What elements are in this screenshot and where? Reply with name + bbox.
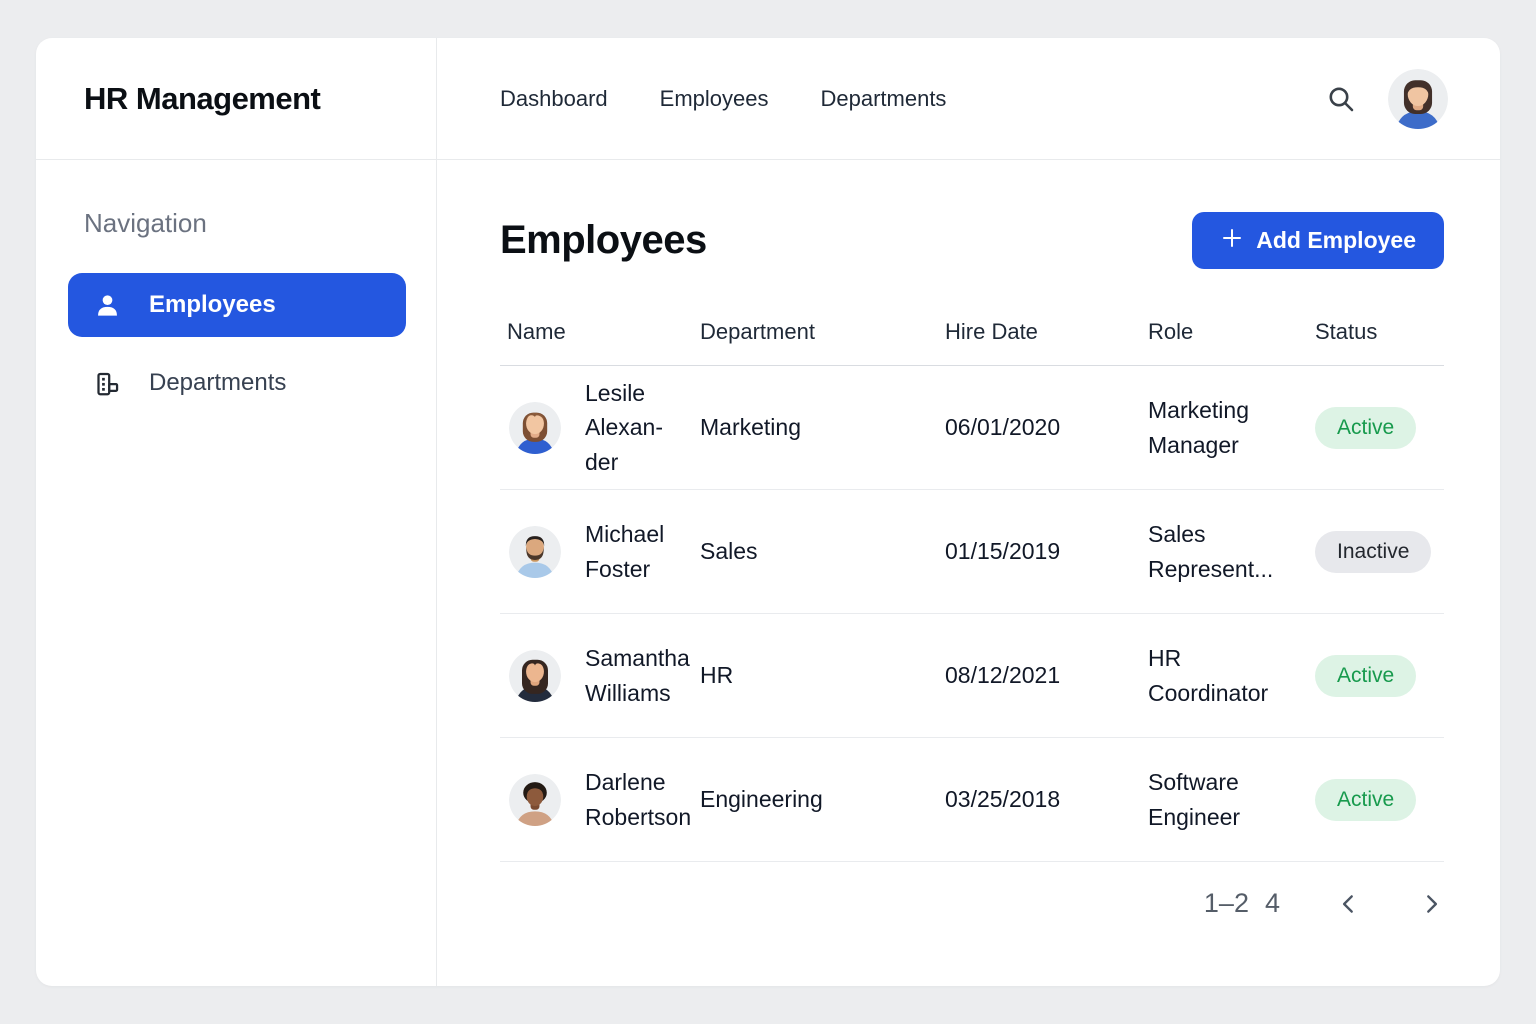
- pagination-range: 1–2: [1203, 888, 1249, 918]
- user-avatar[interactable]: [1388, 68, 1448, 129]
- employee-role: Sales Represent...: [1148, 521, 1274, 582]
- app-title: HR Management: [84, 80, 321, 116]
- employee-hire-date: 06/01/2020: [945, 414, 1061, 440]
- employee-department: Sales: [700, 538, 758, 564]
- status-badge: Active: [1315, 654, 1417, 697]
- chevron-left-icon[interactable]: [1336, 891, 1362, 917]
- employee-avatar: [509, 525, 561, 578]
- content-column: Dashboard Employees Departments Employee…: [437, 38, 1500, 986]
- column-header-status: Status: [1315, 319, 1378, 344]
- employee-hire-date: 08/12/2021: [945, 662, 1061, 688]
- pagination: 1–2 4: [500, 888, 1444, 919]
- app-window: HR Management Navigation Employees Depar…: [36, 38, 1500, 986]
- nav-departments[interactable]: Departments: [820, 86, 946, 112]
- employee-name-cell: Samantha Williams: [500, 641, 700, 710]
- employee-department: Engineering: [700, 786, 823, 812]
- search-icon[interactable]: [1326, 84, 1356, 114]
- table-row[interactable]: Samantha Williams HR 08/12/2021 HR Coord…: [500, 614, 1444, 738]
- employee-role: Software Engineer: [1148, 769, 1241, 830]
- status-badge: Inactive: [1315, 530, 1432, 573]
- employee-avatar: [509, 649, 561, 702]
- employee-name-cell: Darlene Robertson: [500, 765, 700, 834]
- table-row[interactable]: Lesile Alexan­der Marketing 06/01/2020 M…: [500, 366, 1444, 490]
- add-employee-button[interactable]: Add Employee: [1192, 212, 1444, 269]
- sidebar-item-label: Departments: [149, 369, 287, 396]
- building-icon: [94, 370, 121, 397]
- column-header-name: Name: [507, 319, 566, 344]
- person-icon: [94, 292, 121, 319]
- top-header: Dashboard Employees Departments: [437, 38, 1500, 160]
- employee-name: Lesile Alexan­der: [585, 379, 663, 475]
- status-badge: Active: [1315, 406, 1417, 449]
- page-title: Employees: [500, 218, 707, 262]
- table-row[interactable]: Darlene Robertson Engineering 03/25/2018…: [500, 738, 1444, 862]
- employee-role: HR Coordinator: [1148, 645, 1269, 706]
- plus-icon: [1220, 226, 1244, 256]
- status-badge: Active: [1315, 778, 1417, 821]
- column-header-department: Department: [700, 319, 815, 344]
- sidebar-heading: Navigation: [84, 208, 207, 238]
- pagination-total: 4: [1264, 888, 1280, 918]
- employee-name: Darlene Robertson: [585, 769, 692, 830]
- employee-name-cell: Michael Foster: [500, 517, 700, 586]
- employee-name-cell: Lesile Alexan­der: [500, 376, 700, 480]
- employee-name: Michael Foster: [585, 521, 665, 582]
- main-content: Employees Add Employee Name Department H…: [437, 160, 1500, 986]
- sidebar-item-employees[interactable]: Employees: [68, 273, 406, 337]
- employee-hire-date: 01/15/2019: [945, 538, 1061, 564]
- add-employee-label: Add Employee: [1256, 227, 1416, 253]
- top-nav: Dashboard Employees Departments: [500, 86, 946, 112]
- employee-avatar: [509, 401, 561, 454]
- sidebar: HR Management Navigation Employees Depar…: [36, 38, 437, 986]
- sidebar-item-label: Employees: [149, 291, 276, 318]
- column-header-hire-date: Hire Date: [945, 319, 1038, 344]
- employee-role: Marketing Manager: [1148, 397, 1249, 458]
- column-header-role: Role: [1148, 319, 1194, 344]
- sidebar-item-departments[interactable]: Departments: [68, 351, 406, 415]
- employee-avatar: [509, 773, 561, 826]
- employee-name: Samantha Williams: [585, 645, 690, 706]
- page-header: Employees Add Employee: [500, 212, 1444, 269]
- sidebar-nav: Navigation Employees Departments: [36, 160, 436, 429]
- nav-dashboard[interactable]: Dashboard: [500, 86, 608, 112]
- topbar-actions: [1326, 68, 1448, 129]
- table-row[interactable]: Michael Foster Sales 01/15/2019 Sales Re…: [500, 490, 1444, 614]
- chevron-right-icon[interactable]: [1418, 891, 1444, 917]
- table-header: Name Department Hire Date Role Status: [500, 319, 1444, 366]
- employee-department: HR: [700, 662, 734, 688]
- employee-department: Marketing: [700, 414, 801, 440]
- brand-header: HR Management: [36, 38, 436, 160]
- nav-employees[interactable]: Employees: [660, 86, 769, 112]
- employee-hire-date: 03/25/2018: [945, 786, 1061, 812]
